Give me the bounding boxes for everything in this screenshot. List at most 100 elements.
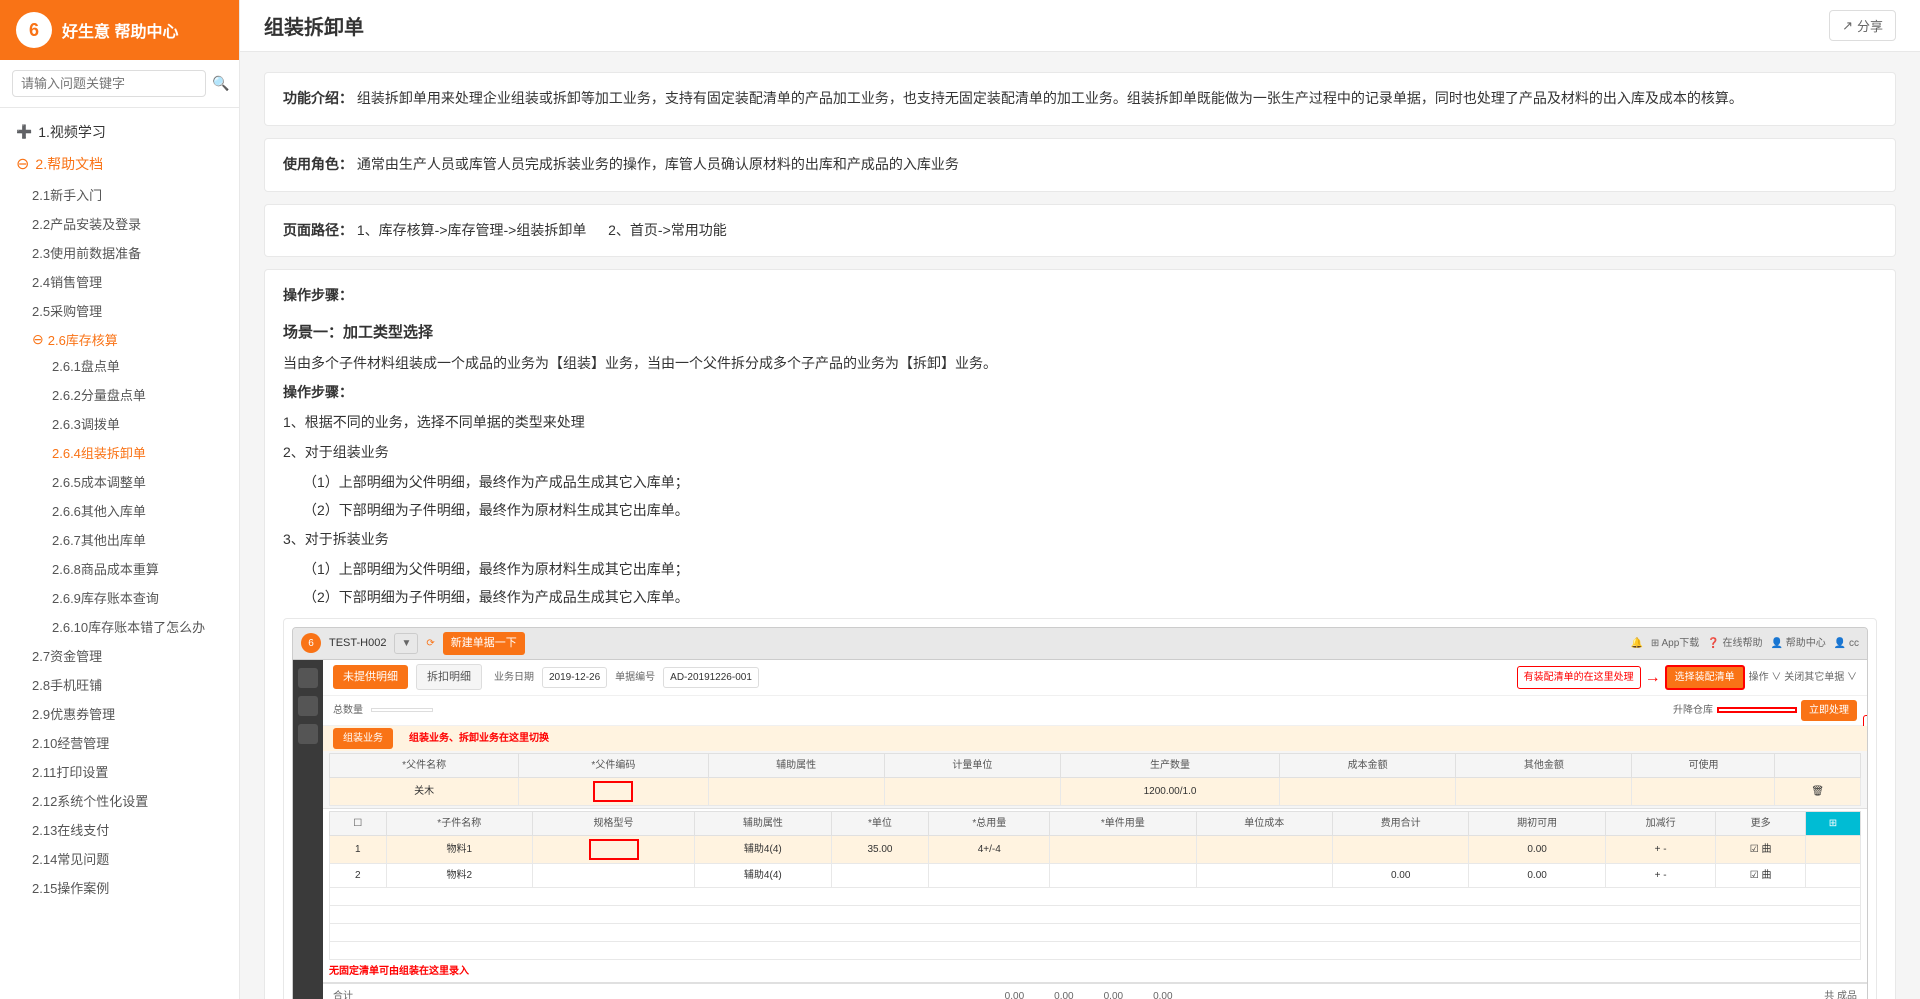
sidebar-item-install[interactable]: 2.2产品安装及登录 (32, 209, 239, 238)
sidebar-item-newuser[interactable]: 2.1新手入门 (32, 180, 239, 209)
step2-2: （2）下部明细为子件明细，最终作为原材料生成其它出库单。 (303, 499, 1877, 523)
step2: 2、对于组装业务 (283, 441, 1877, 465)
sidebar-item-mgmt[interactable]: 2.10经营管理 (32, 728, 239, 757)
cell-aux-1 (708, 777, 884, 805)
sidebar-item-print[interactable]: 2.11打印设置 (32, 757, 239, 786)
mock-bill-label: 单据编号 (615, 669, 655, 686)
step2-1: （1）上部明细为父件明细，最终作为产成品生成其它入库单； (303, 471, 1877, 495)
search-box: 🔍 (0, 60, 239, 108)
cell2-1-check: 1 (330, 835, 387, 863)
sidebar-item-other-out[interactable]: 2.6.7其他出库单 (52, 525, 239, 554)
sidebar-item-transfer[interactable]: 2.6.3调拨单 (52, 409, 239, 438)
mock-tab-inactive: 拆扣明细 (416, 664, 482, 691)
mock-annotation-toggle: 组装业务、拆卸业务在这里切换 (409, 730, 549, 747)
mock-apps-icon: ⊞ App下载 (1651, 635, 1699, 652)
col-other-amt: 其他金额 (1456, 753, 1632, 777)
cell2-2-name: 物料2 (386, 863, 532, 887)
sidebar-item-dataprep[interactable]: 2.3使用前数据准备 (32, 238, 239, 267)
sidebar-item-faq[interactable]: 2.14常见问题 (32, 844, 239, 873)
mock-table-2-area: ☐ *子件名称 规格型号 辅助属性 *单位 *总用量 *单件用量 单位成本 (323, 809, 1867, 984)
sidebar-item-mobile[interactable]: 2.8手机旺铺 (32, 670, 239, 699)
cell-other-1 (1456, 777, 1632, 805)
cell2-1-init: 0.00 (1469, 835, 1605, 863)
sidebar-item-cost-adj[interactable]: 2.6.5成本调整单 (52, 467, 239, 496)
sidebar-item-personalize[interactable]: 2.12系统个性化设置 (32, 786, 239, 815)
mock-total-2: 0.00 (1054, 988, 1073, 999)
plus-icon: ➕ (16, 124, 32, 140)
sidebar-header: 6 好生意 帮助中心 (0, 0, 239, 60)
cell2-2-cost (1196, 863, 1332, 887)
sidebar-item-inventory-query[interactable]: 2.6.9库存账本查询 (52, 583, 239, 612)
step3: 3、对于拆装业务 (283, 528, 1877, 552)
scene1-desc: 当由多个子件材料组装成一个成品的业务为【组装】业务，当由一个父件拆分成多个子产品… (283, 352, 1877, 376)
table-row: 关木 1200.00/1.0 🗑 (330, 777, 1861, 805)
sidebar-item-video[interactable]: ➕ 1.视频学习 (0, 116, 239, 148)
col2-more: 更多 (1716, 811, 1805, 835)
sidebar-item-assembly[interactable]: 2.6.4组装拆卸单 (52, 438, 239, 467)
mock-total-label: 合计 (333, 988, 353, 999)
sidebar-item-partial-stock[interactable]: 2.6.2分量盘点单 (52, 380, 239, 409)
mock-btn-more: 操作 ∨ 关闭其它单据 ∨ (1749, 669, 1857, 686)
cell2-2-aux: 辅助4(4) (695, 863, 831, 887)
sidebar-item-inventory[interactable]: 2.6库存核算 (48, 330, 118, 349)
table-row-2-6 (330, 941, 1861, 959)
annotation-3-area: 无固定清单可由组装在这里录入 (329, 962, 1861, 981)
cell2-2-total: 0.00 (1332, 863, 1468, 887)
mock-toggle-area: 组装业务 组装业务、拆卸业务在这里切换 (323, 726, 1867, 751)
table-row-2-3 (330, 887, 1861, 905)
mock-total-1: 0.00 (1005, 988, 1024, 999)
role-text: 通常由生产人员或库管人员完成拆装业务的操作，库管人员确认原材料的出库和产成品的入… (357, 156, 959, 172)
sidebar-item-cases[interactable]: 2.15操作案例 (32, 873, 239, 902)
sidebar-item-inventory-fix[interactable]: 2.6.10库存账本错了怎么办 (52, 612, 239, 641)
cell2-2-check: 2 (330, 863, 387, 887)
sidebar-item-sales[interactable]: 2.4销售管理 (32, 267, 239, 296)
step3-2: （2）下部明细为子件明细，最终作为产成品生成其它入库单。 (303, 586, 1877, 610)
mock-bottom-row: 合计 0.00 0.00 0.00 0.00 共 成品 (323, 983, 1867, 999)
cell2-3-empty (330, 887, 1861, 905)
mock-logo: 6 (301, 633, 321, 653)
share-icon: ↗ (1842, 18, 1853, 34)
content-area: 功能介绍： 组装拆卸单用来处理企业组装或拆卸等加工业务，支持有固定装配清单的产品… (240, 52, 1920, 999)
sidebar-item-coupon[interactable]: 2.9优惠券管理 (32, 699, 239, 728)
sidebar-item-helpdoc[interactable]: ⊖ 2.帮助文档 (0, 148, 239, 180)
screenshot-container: 6 TEST-H002 ▼ ⟳ 新建单据一下 🔔 ⊞ App下载 ❓ 在线帮助 … (283, 618, 1877, 999)
sidebar-item-purchase[interactable]: 2.5采购管理 (32, 296, 239, 325)
share-button[interactable]: ↗ 分享 (1829, 10, 1896, 41)
role-block: 使用角色： 通常由生产人员或库管人员完成拆装业务的操作，库管人员确认原材料的出库… (264, 138, 1896, 192)
sidebar-item-label: 2.帮助文档 (35, 154, 103, 174)
scene1-title: 场景一：加工类型选择 (283, 320, 1877, 346)
sidebar-item-cost-recalc[interactable]: 2.6.8商品成本重算 (52, 554, 239, 583)
cell2-2-init: 0.00 (1469, 863, 1605, 887)
logo: 6 (16, 12, 52, 48)
sidebar-item-stocktake[interactable]: 2.6.1盘点单 (52, 351, 239, 380)
mock-new-order-btn: 新建单据一下 (443, 632, 525, 655)
mock-sidebar-icon-1 (298, 668, 318, 688)
mock-arrow-icon: → (1645, 664, 1661, 691)
col2-child-code: 规格型号 (532, 811, 694, 835)
minus-icon-2: ⊖ (32, 331, 44, 348)
cell-unit-1 (884, 777, 1060, 805)
mock-table-2: ☐ *子件名称 规格型号 辅助属性 *单位 *总用量 *单件用量 单位成本 (329, 811, 1861, 960)
cell2-1-cost (1196, 835, 1332, 863)
sidebar-item-payment[interactable]: 2.13在线支付 (32, 815, 239, 844)
step1: 1、根据不同的业务，选择不同单据的类型来处理 (283, 411, 1877, 435)
col2-check: ☐ (330, 811, 387, 835)
col2-unit: *单位 (831, 811, 929, 835)
cell2-1-total (1332, 835, 1468, 863)
mock-confirm-btn: 立即处理 (1801, 700, 1857, 721)
sidebar-item-other-in[interactable]: 2.6.6其他入库单 (52, 496, 239, 525)
sidebar-item-finance[interactable]: 2.7资金管理 (32, 641, 239, 670)
search-input[interactable] (12, 70, 206, 97)
mock-qty-val (371, 708, 433, 712)
mock-annotation-3: 无固定清单可由组装在这里录入 (329, 966, 469, 977)
col2-actions: 加减行 (1605, 811, 1716, 835)
function-intro-label: 功能介绍： (283, 90, 353, 106)
col-available: 可使用 (1632, 753, 1775, 777)
mock-page-info: 共 成品 (1824, 988, 1857, 999)
cell2-1-unit-qty (1050, 835, 1196, 863)
col2-aux: 辅助属性 (695, 811, 831, 835)
mock-avatar: 👤 cc (1834, 635, 1859, 652)
path-2: 2、首页->常用功能 (608, 222, 727, 238)
sidebar: 6 好生意 帮助中心 🔍 ➕ 1.视频学习 ⊖ 2.帮助文档 2.1新手入门 2… (0, 0, 240, 999)
search-icon[interactable]: 🔍 (212, 75, 229, 92)
